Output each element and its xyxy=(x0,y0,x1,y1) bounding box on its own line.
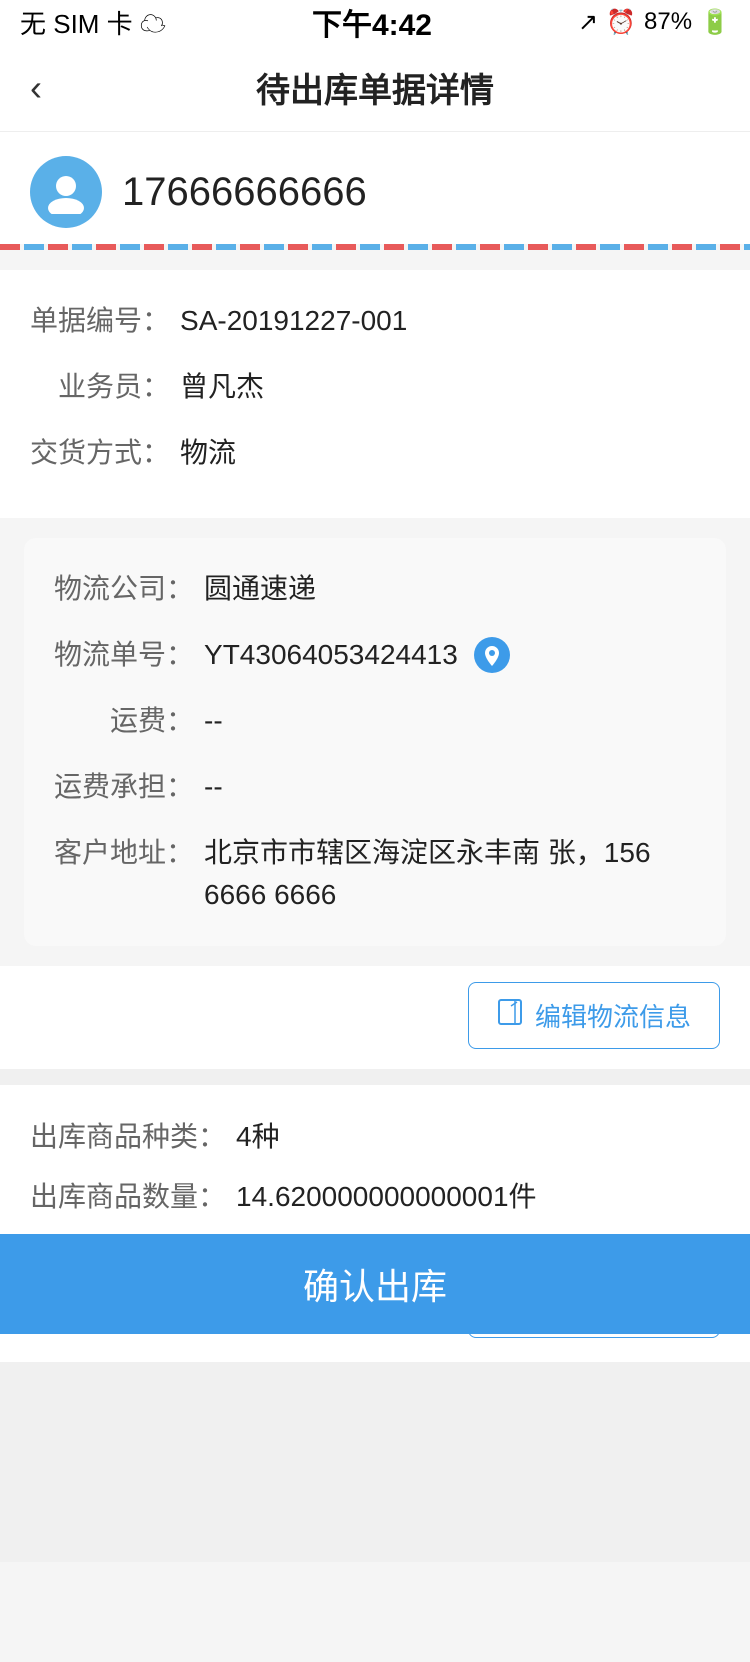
freight-value: -- xyxy=(204,700,696,742)
address-value: 北京市市辖区海淀区永丰南 张，156 6666 6666 xyxy=(204,832,696,916)
battery-icon: 🔋 xyxy=(700,8,730,37)
status-right: ↗ ⏰ 87% 🔋 xyxy=(578,8,730,37)
status-bar: 无 SIM 卡 ☁ 下午4:42 ↗ ⏰ 87% 🔋 xyxy=(0,0,750,44)
delivery-method-label: 交货方式： xyxy=(30,432,170,474)
goods-types-row: 出库商品种类： 4种 xyxy=(30,1115,720,1155)
location-icon: ↗ xyxy=(578,8,598,37)
goods-types-label: 出库商品种类： xyxy=(30,1115,226,1155)
edit-icon xyxy=(497,998,525,1033)
goods-types-value: 4种 xyxy=(236,1115,280,1155)
person-icon xyxy=(44,170,88,214)
dashed-divider xyxy=(0,244,750,250)
confirm-bar[interactable]: 确认出库 xyxy=(0,1234,750,1334)
page-title: 待出库单据详情 xyxy=(90,63,660,112)
customer-phone: 17666666666 xyxy=(122,170,367,215)
customer-header: 17666666666 xyxy=(0,132,750,244)
nav-bar: ‹ 待出库单据详情 xyxy=(0,44,750,132)
delivery-method-value: 物流 xyxy=(180,432,720,474)
status-left: 无 SIM 卡 ☁ xyxy=(20,4,166,41)
sales-person-row: 业务员： 曾凡杰 xyxy=(30,366,720,408)
sales-person-label: 业务员： xyxy=(30,366,170,408)
freight-bearer-row: 运费承担： -- xyxy=(54,766,696,808)
freight-bearer-value: -- xyxy=(204,766,696,808)
goods-section: 出库商品种类： 4种 出库商品数量： 14.620000000000001件 xyxy=(0,1085,750,1255)
freight-bearer-label: 运费承担： xyxy=(54,766,194,808)
back-button[interactable]: ‹ xyxy=(30,67,90,109)
freight-row: 运费： -- xyxy=(54,700,696,742)
delivery-method-row: 交货方式： 物流 xyxy=(30,432,720,474)
logistics-card: 物流公司： 圆通速递 物流单号： YT43064053424413 运费： -- xyxy=(24,538,726,946)
page: 无 SIM 卡 ☁ 下午4:42 ↗ ⏰ 87% 🔋 ‹ 待出库单据详情 176… xyxy=(0,0,750,1662)
battery-status: 87% xyxy=(644,8,692,36)
logistics-company-label: 物流公司： xyxy=(54,568,194,610)
order-info-section: 单据编号： SA-20191227-001 业务员： 曾凡杰 交货方式： 物流 xyxy=(0,270,750,518)
avatar xyxy=(30,156,102,228)
document-number-label: 单据编号： xyxy=(30,300,170,342)
address-row: 客户地址： 北京市市辖区海淀区永丰南 张，156 6666 6666 xyxy=(54,832,696,916)
freight-label: 运费： xyxy=(54,700,194,742)
tracking-number-row: 物流单号： YT43064053424413 xyxy=(54,634,696,676)
bottom-spacer xyxy=(0,1362,750,1562)
goods-quantity-label: 出库商品数量： xyxy=(30,1175,226,1215)
status-time: 下午4:42 xyxy=(312,0,432,44)
logistics-company-value: 圆通速递 xyxy=(204,568,696,610)
tracking-number-value: YT43064053424413 xyxy=(204,634,696,676)
tracking-number-label: 物流单号： xyxy=(54,634,194,676)
alarm-icon: ⏰ xyxy=(606,8,636,37)
edit-btn-row: 编辑物流信息 xyxy=(0,966,750,1069)
document-number-value: SA-20191227-001 xyxy=(180,300,720,342)
logistics-company-row: 物流公司： 圆通速递 xyxy=(54,568,696,610)
confirm-button-label: 确认出库 xyxy=(303,1258,447,1310)
document-number-row: 单据编号： SA-20191227-001 xyxy=(30,300,720,342)
goods-quantity-row: 出库商品数量： 14.620000000000001件 xyxy=(30,1175,720,1215)
goods-quantity-value: 14.620000000000001件 xyxy=(236,1175,537,1215)
address-label: 客户地址： xyxy=(54,832,194,874)
sales-person-value: 曾凡杰 xyxy=(180,366,720,408)
edit-logistics-label: 编辑物流信息 xyxy=(535,997,691,1034)
sim-status: 无 SIM 卡 ☁ xyxy=(20,4,166,41)
section-divider xyxy=(0,1069,750,1085)
map-pin-icon[interactable] xyxy=(474,637,510,673)
edit-logistics-button[interactable]: 编辑物流信息 xyxy=(468,982,720,1049)
